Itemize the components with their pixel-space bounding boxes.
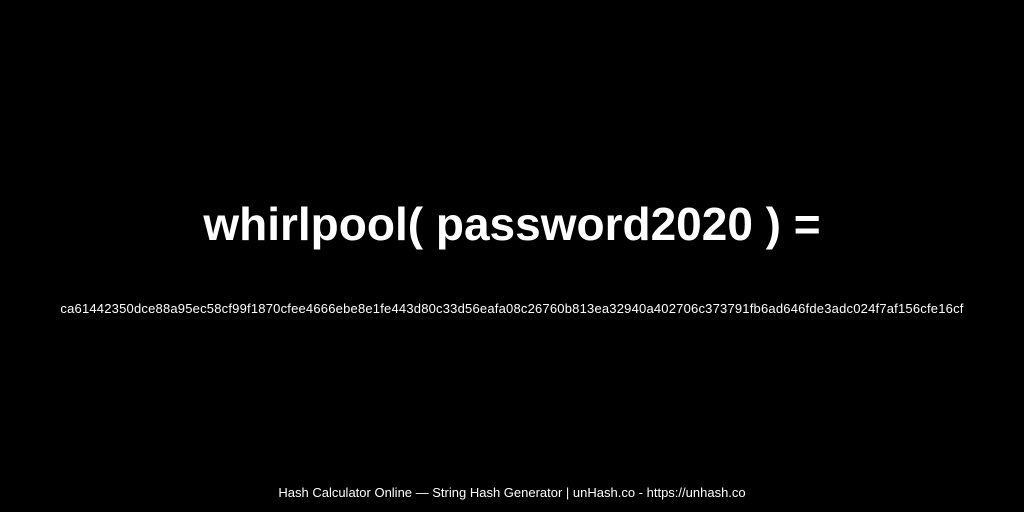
hash-expression-heading: whirlpool( password2020 ) =	[203, 197, 820, 251]
footer: Hash Calculator Online — String Hash Gen…	[0, 485, 1024, 500]
page-container: whirlpool( password2020 ) = ca61442350dc…	[0, 0, 1024, 512]
hash-output-value: ca61442350dce88a95ec58cf99f1870cfee4666e…	[60, 301, 963, 316]
footer-text: Hash Calculator Online — String Hash Gen…	[278, 485, 745, 500]
